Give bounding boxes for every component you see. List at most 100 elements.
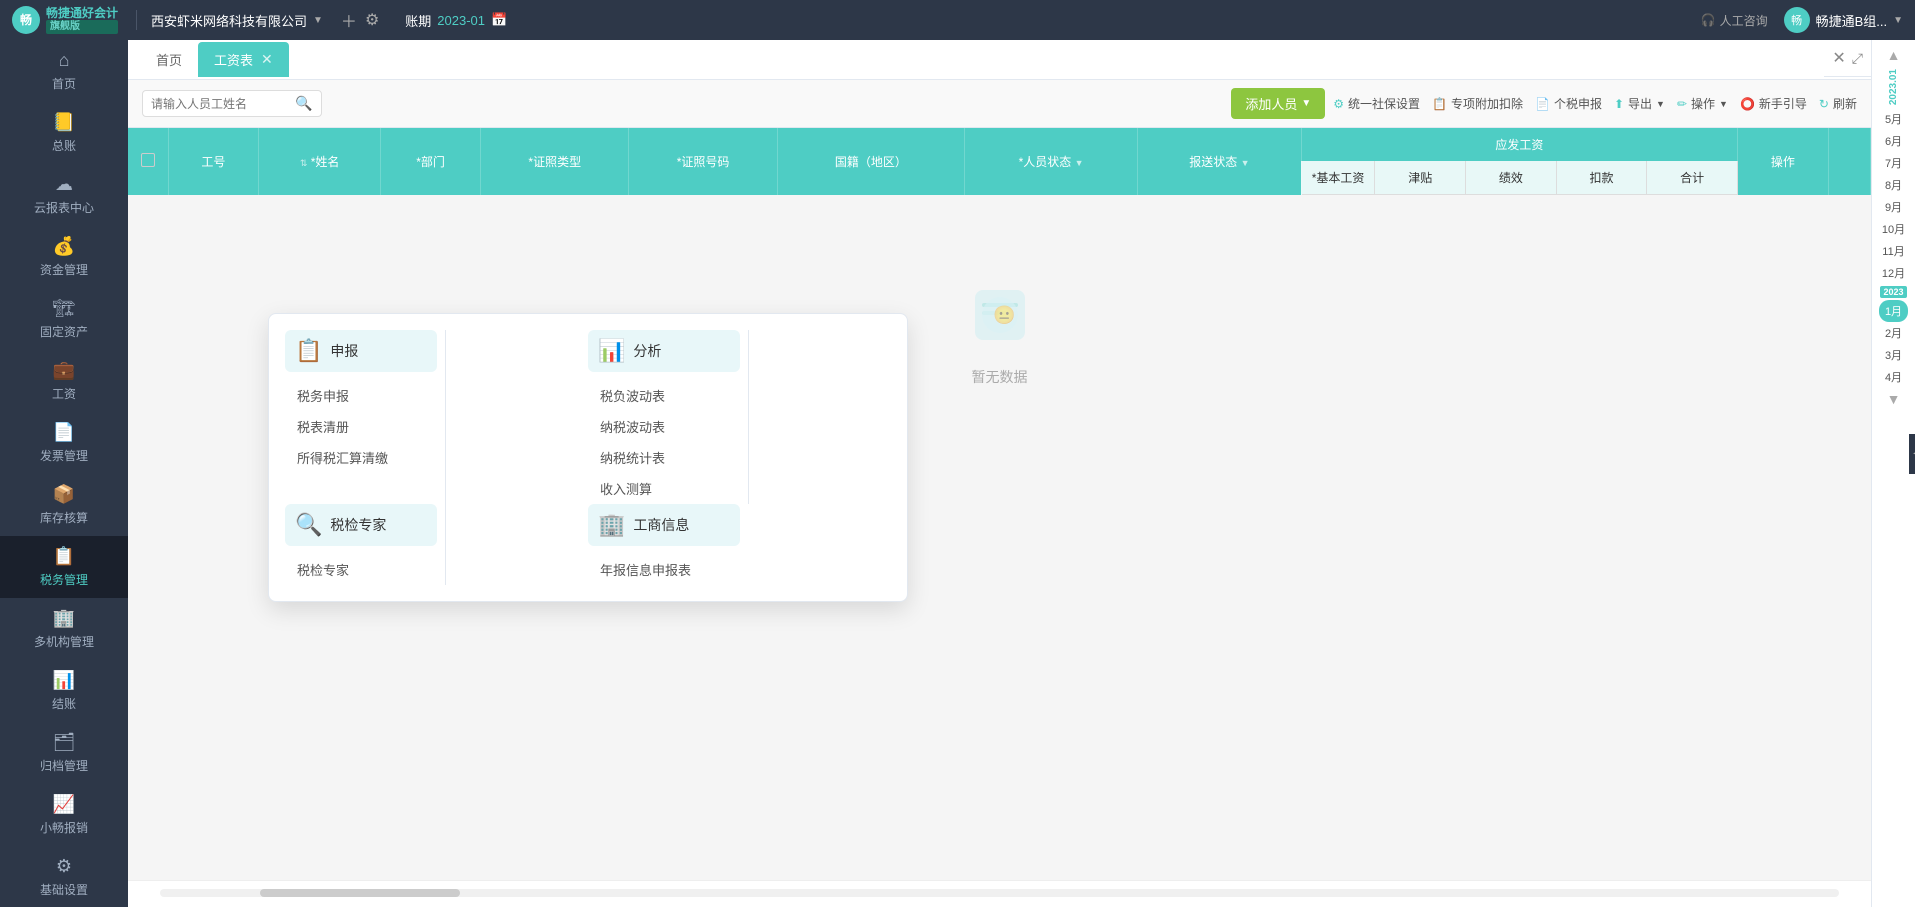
home-icon: ⌂	[59, 50, 70, 71]
scroll-thumb[interactable]	[260, 889, 460, 897]
sidebar-item-label: 发票管理	[40, 447, 88, 464]
sidebar-item-fixed-assets[interactable]: 🏗 固定资产	[0, 288, 128, 350]
export-label: 导出	[1628, 95, 1652, 112]
timeline-month-3[interactable]: 3月	[1879, 344, 1908, 366]
timeline-down-nav[interactable]: ▼	[1884, 388, 1904, 410]
settings-icon[interactable]: ⚙	[365, 10, 379, 30]
menu-income-forecast[interactable]: 收入测算	[588, 473, 740, 504]
refresh-button[interactable]: ↻ 刷新	[1819, 95, 1857, 112]
table-header-row: 工号 ⇅ *姓名 *部门 *证照类型 *证照号码 国籍（地区） *人员状态 ▼ …	[128, 128, 1871, 161]
sidebar-item-multi-org[interactable]: 🏢 多机构管理	[0, 598, 128, 660]
timeline-up-nav[interactable]: ▲	[1884, 44, 1904, 66]
menu-tax-stats[interactable]: 纳税统计表	[588, 442, 740, 473]
menu-tax-table-clearing[interactable]: 税表清册	[285, 411, 437, 442]
timeline-month-9[interactable]: 9月	[1879, 196, 1908, 218]
th-nationality: 国籍（地区）	[777, 128, 964, 195]
operation-label: 操作	[1691, 95, 1715, 112]
header: 畅 畅捷通好会计 旗舰版 西安虾米网络科技有限公司 ▼ ＋ ⚙ 账期 2023-…	[0, 0, 1915, 40]
menu-tax-declaration[interactable]: 税务申报	[285, 380, 437, 411]
timeline-month-8[interactable]: 8月	[1879, 174, 1908, 196]
sidebar-item-general-ledger[interactable]: 📒 总账	[0, 102, 128, 164]
menu-tax-burden[interactable]: 税负波动表	[588, 380, 740, 411]
menu-annual-report[interactable]: 年报信息申报表	[588, 554, 740, 585]
search-input[interactable]	[151, 97, 291, 111]
timeline-month-7[interactable]: 7月	[1879, 152, 1908, 174]
sidebar-item-basic-settings[interactable]: ⚙ 基础设置	[0, 846, 128, 907]
timeline-month-11[interactable]: 11月	[1876, 240, 1910, 262]
archive-icon: 🗂	[53, 732, 76, 753]
company-selector[interactable]: 西安虾米网络科技有限公司 ▼	[151, 11, 323, 30]
timeline-month-12[interactable]: 12月	[1876, 262, 1911, 284]
guide-button[interactable]: ⭕ 新手引导	[1740, 95, 1807, 112]
sidebar-item-xiaochang-sales[interactable]: 📈 小畅报销	[0, 784, 128, 846]
th-name: ⇅ *姓名	[259, 128, 381, 195]
th-checkbox[interactable]	[128, 128, 168, 195]
sidebar-item-label: 固定资产	[40, 323, 88, 340]
special-deduction-button[interactable]: 📋 专项附加扣除	[1432, 95, 1523, 112]
timeline-month-4[interactable]: 4月	[1879, 366, 1908, 388]
add-person-label: 添加人员	[1245, 94, 1297, 113]
tax-return-button[interactable]: 📄 个税申报	[1535, 95, 1602, 112]
name-sort-icon[interactable]: ⇅	[300, 158, 308, 168]
sidebar-item-label: 库存核算	[40, 509, 88, 526]
sidebar-item-salary[interactable]: 💼 工资	[0, 350, 128, 412]
sidebar-item-invoice-mgmt[interactable]: 📄 发票管理	[0, 412, 128, 474]
tax-return-icon: 📄	[1535, 97, 1550, 111]
operation-button[interactable]: ✏ 操作 ▼	[1677, 95, 1728, 112]
tab-salary[interactable]: 工资表 ✕	[198, 42, 289, 77]
headset-icon: 🎧	[1701, 13, 1716, 27]
sidebar-item-settlement[interactable]: 📊 结账	[0, 660, 128, 722]
social-insurance-button[interactable]: ⚙ 统一社保设置	[1333, 95, 1420, 112]
window-controls: ✕ ⤢	[1824, 40, 1871, 77]
add-person-button[interactable]: 添加人员 ▼	[1231, 88, 1325, 119]
timeline-month-2[interactable]: 2月	[1879, 322, 1908, 344]
export-button[interactable]: ⬆ 导出 ▼	[1614, 95, 1665, 112]
select-all-checkbox[interactable]	[141, 153, 155, 167]
timeline-month-6[interactable]: 6月	[1879, 130, 1908, 152]
divider-2	[748, 330, 749, 504]
timeline-month-10[interactable]: 10月	[1876, 218, 1911, 240]
sidebar-item-archive-mgmt[interactable]: 🗂 归档管理	[0, 722, 128, 784]
sidebar-item-label: 工资	[52, 385, 76, 402]
th-actions	[1828, 128, 1870, 195]
logo-icon: 畅	[12, 6, 40, 34]
close-tab-icon[interactable]: ✕	[1832, 48, 1845, 68]
invoice-icon: 📄	[53, 422, 75, 443]
calendar-icon[interactable]: 📅	[491, 12, 507, 28]
status-filter-icon[interactable]: ▼	[1075, 158, 1084, 168]
timeline-month-1[interactable]: 1月	[1879, 300, 1908, 322]
horizontal-scrollbar[interactable]	[160, 889, 1839, 897]
tab-home-label: 首页	[156, 50, 182, 69]
tax-return-label: 个税申报	[1554, 95, 1602, 112]
report-filter-icon[interactable]: ▼	[1241, 158, 1250, 168]
sidebar-item-label: 归档管理	[40, 757, 88, 774]
menu-tax-inspection[interactable]: 税检专家	[285, 554, 437, 585]
sidebar-item-cloud-report[interactable]: ☁ 云报表中心	[0, 164, 128, 226]
tab-close-icon[interactable]: ✕	[261, 51, 273, 68]
tab-home[interactable]: 首页	[140, 42, 198, 77]
divider-3	[445, 504, 446, 585]
sidebar-item-home[interactable]: ⌂ 首页	[0, 40, 128, 102]
user-menu[interactable]: 畅 畅捷通B组... ▼	[1784, 7, 1903, 33]
th-employee-id: 工号	[168, 128, 259, 195]
timeline-month-5[interactable]: 5月	[1879, 108, 1908, 130]
sidebar-item-inventory[interactable]: 📦 库存核算	[0, 474, 128, 536]
export-chevron-icon: ▼	[1656, 99, 1665, 109]
support-button[interactable]: 🎧 人工咨询	[1701, 12, 1768, 29]
menu-income-tax-settlement[interactable]: 所得税汇算清缴	[285, 442, 437, 473]
guide-label: 新手引导	[1759, 95, 1807, 112]
dropdown-section-business-info: 🏢 工商信息 年报信息申报表	[588, 504, 740, 585]
tax-expert-icon: 🔍	[295, 512, 322, 538]
table-wrapper: 工号 ⇅ *姓名 *部门 *证照类型 *证照号码 国籍（地区） *人员状态 ▼ …	[128, 128, 1871, 880]
year-badge: 2023	[1880, 286, 1906, 298]
ledger-icon: 📒	[53, 112, 75, 133]
menu-tax-fluctuation[interactable]: 纳税波动表	[588, 411, 740, 442]
sidebar: ⌂ 首页 📒 总账 ☁ 云报表中心 💰 资金管理 🏗 固定资产 💼 工资 📄 发…	[0, 40, 128, 907]
add-company-button[interactable]: ＋	[341, 8, 357, 32]
sidebar-item-tax-mgmt[interactable]: 📋 税务管理	[0, 536, 128, 598]
sidebar-item-label: 基础设置	[40, 881, 88, 898]
toolbar-actions: ⚙ 统一社保设置 📋 专项附加扣除 📄 个税申报 ⬆ 导出 ▼ ✏	[1333, 95, 1857, 112]
expand-icon[interactable]: ⤢	[1852, 50, 1863, 67]
user-chevron-icon: ▼	[1893, 15, 1903, 26]
sidebar-item-fund-mgmt[interactable]: 💰 资金管理	[0, 226, 128, 288]
